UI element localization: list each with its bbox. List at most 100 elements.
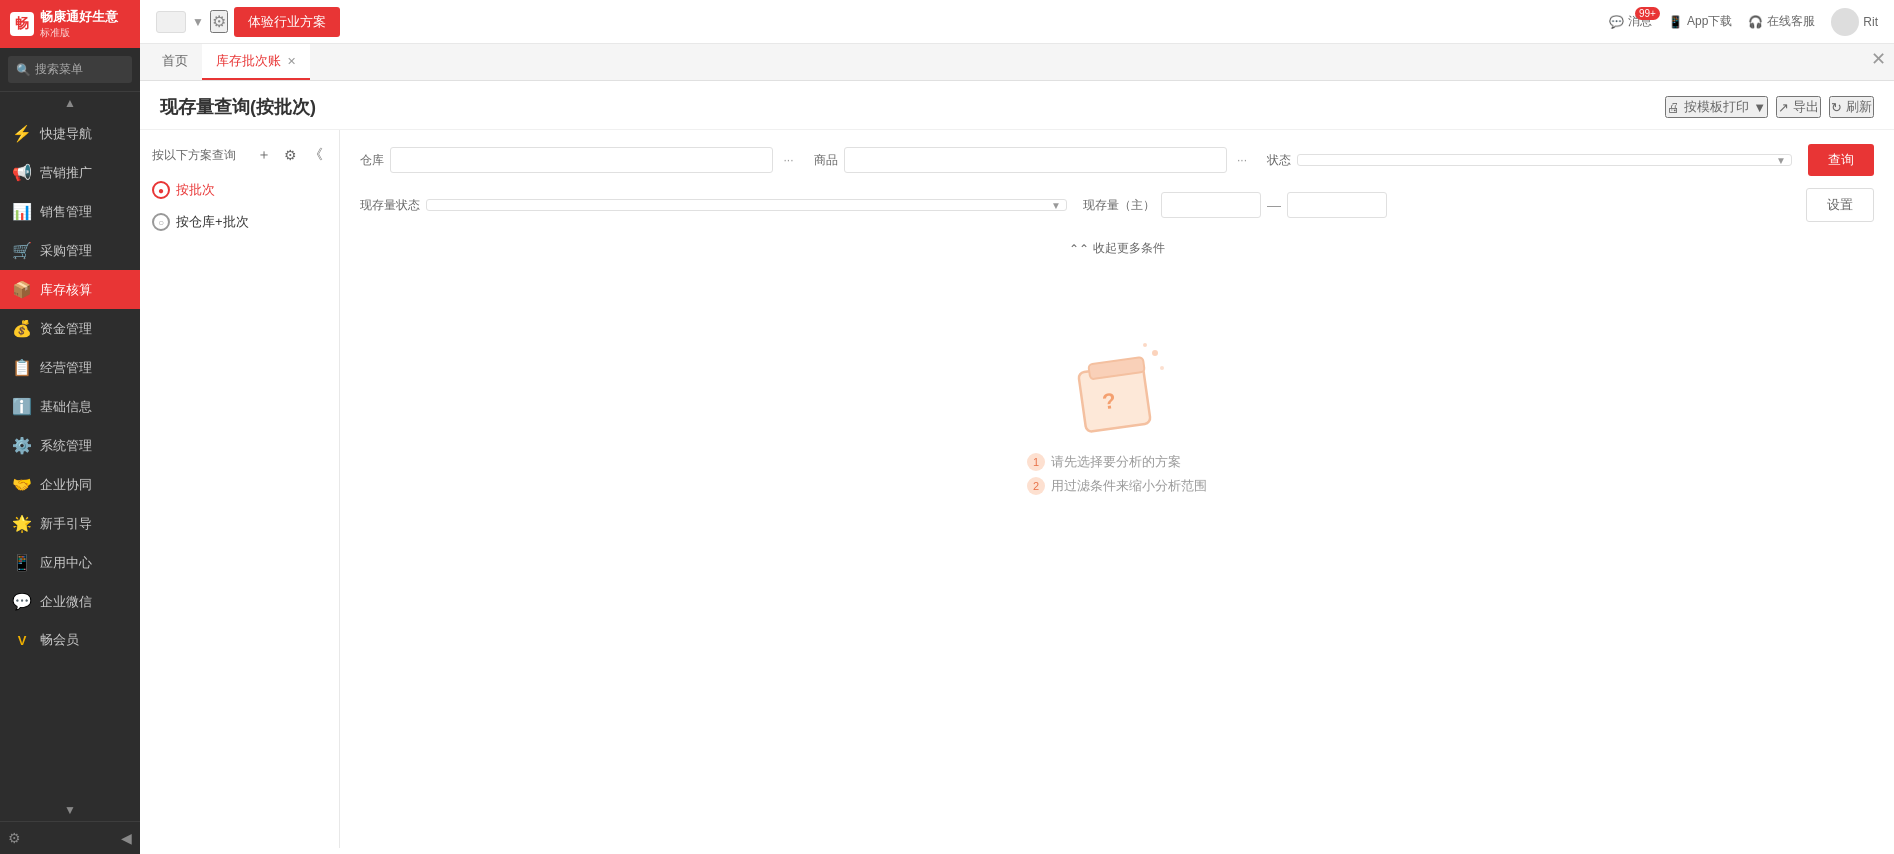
- empty-illustration: ?: [1067, 333, 1167, 433]
- sidebar-item-marketing[interactable]: 📢 营销推广: [0, 153, 140, 192]
- sidebar-item-enterprise[interactable]: 🤝 企业协同: [0, 465, 140, 504]
- quick-nav-icon: ⚡: [12, 124, 32, 143]
- sidebar-footer: ⚙ ◀: [0, 821, 140, 854]
- product-input[interactable]: [844, 147, 1227, 173]
- sidebar-item-new-guide[interactable]: 🌟 新手引导: [0, 504, 140, 543]
- sidebar: 畅 畅康通好生意 标准版 🔍 搜索菜单 ▲ ⚡ 快捷导航 📢 营销推广 📊 销售…: [0, 0, 140, 854]
- sidebar-item-operations[interactable]: 📋 经营管理: [0, 348, 140, 387]
- sidebar-item-label: 采购管理: [40, 242, 92, 260]
- page-title: 现存量查询(按批次): [160, 95, 316, 119]
- dropdown-arrow-icon: ▼: [192, 15, 204, 29]
- filter-row-2: 现存量状态 ▼ 现存量（主） — 设置: [360, 188, 1874, 222]
- right-panel: 仓库 ··· 商品 ··· 状态: [340, 130, 1894, 848]
- sidebar-item-enterprise-wx[interactable]: 💬 企业微信: [0, 582, 140, 621]
- export-icon: ↗: [1778, 100, 1789, 115]
- panel-title: 按以下方案查询: [152, 147, 236, 164]
- tab-panel-close-button[interactable]: ✕: [1871, 48, 1886, 70]
- sidebar-item-purchase[interactable]: 🛒 采购管理: [0, 231, 140, 270]
- stock-main-to-input[interactable]: [1287, 192, 1387, 218]
- online-service-button[interactable]: 🎧 在线客服: [1748, 13, 1815, 30]
- tip-number-1: 1: [1027, 453, 1045, 471]
- scheme-settings-button[interactable]: ⚙: [279, 144, 301, 166]
- scheme-by-batch[interactable]: ● 按批次: [140, 174, 339, 206]
- sidebar-item-vip[interactable]: V 畅会员: [0, 621, 140, 659]
- product-more-button[interactable]: ···: [1233, 151, 1251, 169]
- tip-text-2: 用过滤条件来缩小分析范围: [1051, 477, 1207, 495]
- scheme-by-warehouse-batch-label: 按仓库+批次: [176, 213, 249, 231]
- scheme-by-warehouse-batch[interactable]: ○ 按仓库+批次: [140, 206, 339, 238]
- content-area: 按以下方案查询 ＋ ⚙ 《 ● 按批次 ○ 按仓库+批次: [140, 130, 1894, 848]
- sidebar-item-quick-nav[interactable]: ⚡ 快捷导航: [0, 114, 140, 153]
- scheme-collapse-button[interactable]: 《: [305, 144, 327, 166]
- sidebar-item-label: 新手引导: [40, 515, 92, 533]
- stock-status-select[interactable]: [426, 199, 1067, 211]
- sidebar-item-label: 企业协同: [40, 476, 92, 494]
- query-action: 查询: [1808, 144, 1874, 176]
- tab-home[interactable]: 首页: [148, 44, 202, 80]
- footer-collapse-button[interactable]: ◀: [121, 830, 132, 846]
- enterprise-icon: 🤝: [12, 475, 32, 494]
- footer-settings-button[interactable]: ⚙: [8, 830, 21, 846]
- collapse-more-conditions-button[interactable]: ⌃⌃ 收起更多条件: [360, 234, 1874, 263]
- settings-button[interactable]: 设置: [1806, 188, 1874, 222]
- sidebar-item-sales[interactable]: 📊 销售管理: [0, 192, 140, 231]
- breadcrumb-select[interactable]: [156, 11, 186, 33]
- printer-icon: 🖨: [1667, 100, 1680, 115]
- tab-home-label: 首页: [162, 52, 188, 70]
- add-scheme-button[interactable]: ＋: [253, 144, 275, 166]
- tab-close-icon[interactable]: ✕: [287, 55, 296, 68]
- query-button[interactable]: 查询: [1808, 144, 1874, 176]
- sidebar-item-system[interactable]: ⚙️ 系统管理: [0, 426, 140, 465]
- export-button[interactable]: ↗ 导出: [1776, 96, 1821, 118]
- search-icon: 🔍: [16, 63, 31, 77]
- scroll-up-button[interactable]: ▲: [0, 92, 140, 114]
- chevron-up-icon: ⌃⌃: [1069, 242, 1089, 256]
- warehouse-more-icon: ···: [783, 153, 793, 167]
- experience-button[interactable]: 体验行业方案: [234, 7, 340, 37]
- tab-inventory-batch-label: 库存批次账: [216, 52, 281, 70]
- refresh-button[interactable]: ↻ 刷新: [1829, 96, 1874, 118]
- warehouse-more-button[interactable]: ···: [779, 151, 797, 169]
- sidebar-item-inventory[interactable]: 📦 库存核算: [0, 270, 140, 309]
- sidebar-item-label: 系统管理: [40, 437, 92, 455]
- sidebar-item-app-center[interactable]: 📱 应用中心: [0, 543, 140, 582]
- gear-button[interactable]: ⚙: [210, 10, 228, 33]
- stock-status-field-wrapper: ▼: [426, 199, 1067, 211]
- finance-icon: 💰: [12, 319, 32, 338]
- sidebar-item-label: 基础信息: [40, 398, 92, 416]
- status-select[interactable]: [1297, 154, 1792, 166]
- message-badge: 99+: [1635, 7, 1660, 20]
- product-label: 商品: [814, 152, 838, 169]
- sidebar-item-finance[interactable]: 💰 资金管理: [0, 309, 140, 348]
- stock-main-from-input[interactable]: [1161, 192, 1261, 218]
- product-more-icon: ···: [1237, 153, 1247, 167]
- sidebar-item-label: 库存核算: [40, 281, 92, 299]
- sidebar-item-basic-info[interactable]: ℹ️ 基础信息: [0, 387, 140, 426]
- tab-inventory-batch[interactable]: 库存批次账 ✕: [202, 44, 310, 80]
- warehouse-input[interactable]: [390, 147, 773, 173]
- sidebar-search-area: 🔍 搜索菜单: [0, 48, 140, 92]
- status-filter-group: 状态 ▼: [1267, 152, 1792, 169]
- scroll-down-button[interactable]: ▼: [0, 799, 140, 821]
- sales-icon: 📊: [12, 202, 32, 221]
- tip-text-1: 请先选择要分析的方案: [1051, 453, 1181, 471]
- status-field-wrapper: ▼: [1297, 154, 1792, 166]
- svg-point-4: [1160, 366, 1164, 370]
- scheme-by-batch-label: 按批次: [176, 181, 215, 199]
- sidebar-item-label: 销售管理: [40, 203, 92, 221]
- user-avatar-area[interactable]: Rit: [1831, 8, 1878, 36]
- panel-header: 按以下方案查询 ＋ ⚙ 《: [140, 140, 339, 174]
- search-menu-button[interactable]: 🔍 搜索菜单: [8, 56, 132, 83]
- warehouse-label: 仓库: [360, 152, 384, 169]
- purchase-icon: 🛒: [12, 241, 32, 260]
- scheme-inactive-icon: ○: [152, 213, 170, 231]
- message-button[interactable]: 💬 消息 99+: [1609, 13, 1652, 30]
- stock-status-label: 现存量状态: [360, 197, 420, 214]
- app-download-label: App下载: [1687, 13, 1732, 30]
- basic-info-icon: ℹ️: [12, 397, 32, 416]
- breadcrumb-area: ▼ ⚙ 体验行业方案: [156, 7, 1599, 37]
- app-download-button[interactable]: 📱 App下载: [1668, 13, 1732, 30]
- system-icon: ⚙️: [12, 436, 32, 455]
- print-button[interactable]: 🖨 按模板打印 ▼: [1665, 96, 1768, 118]
- phone-icon: 📱: [1668, 15, 1683, 29]
